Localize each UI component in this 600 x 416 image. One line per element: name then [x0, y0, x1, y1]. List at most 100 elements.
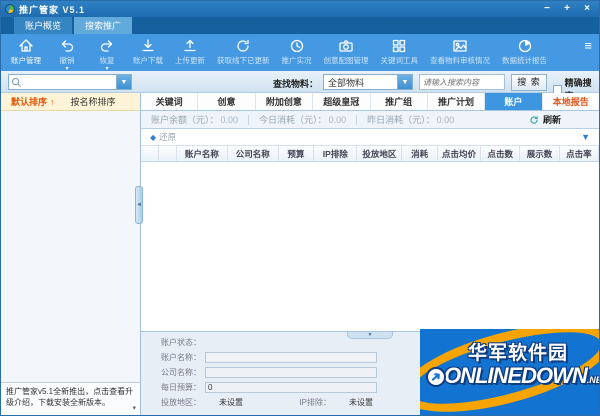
- account-name-label: 账户名称：: [161, 353, 201, 362]
- image-icon: [452, 37, 468, 54]
- account-download-button[interactable]: 账户下载: [127, 37, 169, 66]
- tab-local-report[interactable]: 本地报告: [543, 93, 599, 110]
- tab-keywords[interactable]: 关键词: [141, 93, 199, 110]
- find-material-label: 查找物料：: [273, 79, 319, 89]
- material-tabs: 关键词 创意 附加创意 超级皇冠 推广组 推广计划 账户 本地报告: [141, 93, 599, 111]
- column-filter-caret-icon[interactable]: ▼: [581, 132, 590, 142]
- filter-bar: ▼ 查找物料： 全部物料 ▼ 搜 索 精确搜索: [1, 71, 599, 101]
- table-header: 账户名称 公司名称 预算 IP排除 投放地区 消耗 点击均价 点击数 展示数 点…: [141, 145, 599, 162]
- download-icon: [140, 37, 156, 54]
- sidebar-splitter-handle[interactable]: ◄: [135, 186, 143, 224]
- material-review-button[interactable]: 查看物料审核情况: [424, 37, 496, 66]
- redo-button[interactable]: 恢复 ▾: [87, 37, 127, 72]
- undo-icon: [59, 37, 75, 54]
- refresh-label: 刷新: [542, 115, 561, 125]
- search-button[interactable]: 搜 索: [511, 74, 547, 91]
- column-header-ctr[interactable]: 点击率: [560, 146, 599, 161]
- app-window: 推广管家 V5.1 − + × 账户概览 搜索推广 账户管理 撤销 ▾ 恢复 ▾…: [0, 0, 600, 416]
- menu-icon[interactable]: ≡: [584, 38, 592, 53]
- restore-label: 还原: [159, 132, 177, 142]
- tab-super-crown[interactable]: 超级皇冠: [313, 93, 371, 110]
- sort-by-name-button[interactable]: 按名称排序: [71, 95, 116, 108]
- yesterday-cost-label: 昨日消耗（元）：: [367, 115, 435, 125]
- watermark-domain: ONLINEDOWN.NET: [444, 363, 599, 388]
- divider: [356, 114, 358, 125]
- toolbar: 账户管理 撤销 ▾ 恢复 ▾ 账户下载 上传更新 获取线下已更新 推广实况 创意…: [1, 34, 599, 72]
- account-status-label: 账户状态：: [161, 338, 201, 347]
- account-name-field[interactable]: [205, 352, 377, 363]
- balance-label: 账户余额（元）：: [151, 115, 219, 125]
- fetch-offline-updates-button[interactable]: 获取线下已更新: [211, 37, 276, 66]
- title-bar: 推广管家 V5.1 − + ×: [1, 1, 599, 17]
- minimize-button[interactable]: −: [539, 3, 555, 15]
- search-input[interactable]: [419, 74, 505, 90]
- home-icon: [18, 37, 34, 54]
- ip-exclusion-value: 未设置: [349, 398, 373, 407]
- maximize-button[interactable]: +: [559, 3, 575, 15]
- column-header-budget[interactable]: 预算: [279, 146, 315, 161]
- sidebar-sort-bar: 默认排序 ↑ 按名称排序: [1, 93, 140, 111]
- sort-default-button[interactable]: 默认排序: [11, 95, 47, 108]
- sidebar-notice[interactable]: 推广管家v5.1全新推出，点击查看升级介绍，下载安装全新版本。 ▾: [1, 382, 140, 415]
- ip-exclusion-label: IP排除：: [299, 398, 331, 407]
- tab-campaigns[interactable]: 推广计划: [428, 93, 486, 110]
- column-header-company-name[interactable]: 公司名称: [228, 146, 279, 161]
- tab-ad-groups[interactable]: 推广组: [371, 93, 428, 110]
- creative-image-button[interactable]: 创意配图管理: [318, 37, 375, 66]
- tab-account-overview[interactable]: 账户概览: [14, 17, 72, 34]
- column-header-clicks[interactable]: 点击数: [481, 146, 521, 161]
- sidebar-search-box[interactable]: ▼: [8, 74, 132, 90]
- search-icon: [11, 77, 22, 88]
- restore-button[interactable]: ◆ 还原: [150, 131, 176, 143]
- clock-icon: [289, 37, 305, 54]
- region-value: 未设置: [219, 398, 243, 407]
- table-body-empty[interactable]: [141, 162, 599, 331]
- material-type-dropdown-icon[interactable]: ▼: [397, 75, 412, 89]
- close-button[interactable]: ×: [579, 3, 595, 15]
- refresh-icon: [530, 115, 538, 124]
- watermark: 华军软件园 ONLINEDOWN.NET ➜: [420, 329, 599, 415]
- material-type-select[interactable]: 全部物料 ▼: [323, 74, 413, 90]
- daily-budget-field[interactable]: [205, 382, 377, 393]
- tab-search-promotion[interactable]: 搜索推广: [74, 17, 132, 34]
- tab-extended-creatives[interactable]: 附加创意: [256, 93, 314, 110]
- balance-value: 0.00: [220, 114, 239, 125]
- table-toolbar: ◆ 还原 ▼: [141, 129, 599, 145]
- pie-icon: [517, 37, 533, 54]
- column-header-region[interactable]: 投放地区: [357, 146, 403, 161]
- window-controls: − + ×: [539, 3, 595, 15]
- promotion-live-button[interactable]: 推广实况: [276, 37, 318, 66]
- statistics-report-button[interactable]: 数据统计报告: [496, 37, 553, 66]
- account-management-button[interactable]: 账户管理: [5, 37, 47, 66]
- undo-button[interactable]: 撤销 ▾: [47, 37, 87, 72]
- column-header-avg-click-price[interactable]: 点击均价: [438, 146, 482, 161]
- column-header-ip-exclusion[interactable]: IP排除: [314, 146, 358, 161]
- today-cost-label: 今日消耗（元）：: [259, 115, 327, 125]
- tab-creatives[interactable]: 创意: [198, 93, 256, 110]
- upload-icon: [182, 37, 198, 54]
- status-column-header[interactable]: [159, 146, 177, 161]
- column-header-cost[interactable]: 消耗: [402, 146, 438, 161]
- nav-tabstrip: 账户概览 搜索推广: [1, 17, 599, 34]
- refresh-button[interactable]: 刷新: [529, 113, 561, 126]
- daily-budget-label: 每日预算：: [161, 383, 201, 392]
- sort-ascending-icon[interactable]: ↑: [50, 97, 55, 107]
- today-cost-value: 0.00: [328, 114, 347, 125]
- restore-icon: ◆: [150, 132, 157, 142]
- refresh-icon: [235, 37, 251, 54]
- notice-caret-icon[interactable]: ▾: [132, 404, 136, 414]
- checkbox-column-header[interactable]: [141, 146, 159, 161]
- divider: [248, 114, 250, 125]
- notice-text: 推广管家v5.1全新推出，点击查看升级介绍，下载安装全新版本。: [6, 387, 134, 408]
- sidebar-search-dropdown-icon[interactable]: ▼: [116, 75, 131, 89]
- region-label: 投放地区：: [161, 398, 201, 407]
- sidebar: 默认排序 ↑ 按名称排序 推广管家v5.1全新推出，点击查看升级介绍，下载安装全…: [1, 93, 141, 415]
- keyword-tools-button[interactable]: 关键词工具: [375, 37, 425, 66]
- upload-update-button[interactable]: 上传更新: [169, 37, 211, 66]
- camera-icon: [338, 37, 354, 54]
- tab-account[interactable]: 账户: [485, 93, 543, 110]
- form-collapse-handle[interactable]: ▼: [347, 332, 393, 339]
- column-header-account-name[interactable]: 账户名称: [177, 146, 228, 161]
- column-header-impressions[interactable]: 展示数: [520, 146, 560, 161]
- company-name-field[interactable]: [205, 367, 377, 378]
